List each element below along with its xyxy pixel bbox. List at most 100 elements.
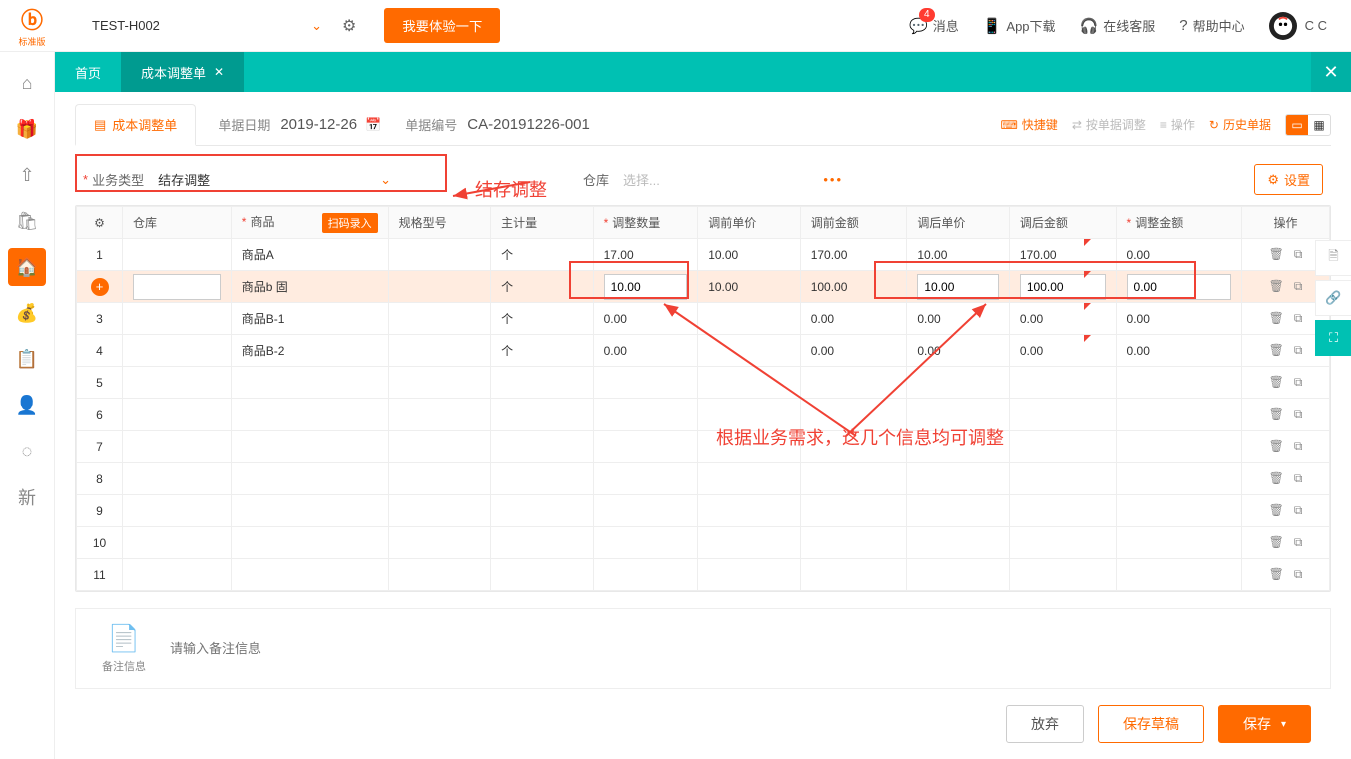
cell-product[interactable]: 商品B-2: [231, 335, 388, 367]
qty-input[interactable]: [604, 274, 688, 300]
delete-icon[interactable]: 🗑: [1269, 535, 1284, 550]
cell-warehouse[interactable]: [123, 463, 232, 495]
cell-warehouse[interactable]: [123, 399, 232, 431]
cell-qty[interactable]: [593, 271, 698, 303]
cell-post-amt[interactable]: [1009, 367, 1116, 399]
cell-post-amt[interactable]: [1009, 527, 1116, 559]
right-expand-icon[interactable]: ⛶: [1315, 320, 1351, 356]
cell-adj-amt[interactable]: [1116, 367, 1242, 399]
cell-warehouse[interactable]: [123, 335, 232, 367]
cell-post-price[interactable]: 10.00: [907, 239, 1009, 271]
cell-spec[interactable]: [388, 335, 490, 367]
copy-icon[interactable]: ⧉: [1294, 503, 1303, 518]
save-draft-button[interactable]: 保存草稿: [1098, 705, 1204, 743]
document-tab[interactable]: ▤ 成本调整单: [75, 104, 196, 146]
cell-product[interactable]: [231, 463, 388, 495]
user-menu[interactable]: C C: [1269, 12, 1327, 40]
cell-post-price[interactable]: [907, 271, 1009, 303]
cell-warehouse[interactable]: [123, 303, 232, 335]
biz-type-field[interactable]: * 业务类型 结存调整 ⌄: [83, 170, 443, 189]
warehouse-field[interactable]: 仓库 选择... •••: [583, 170, 843, 189]
right-link-icon[interactable]: 🔗: [1315, 280, 1351, 316]
cell-warehouse[interactable]: [123, 431, 232, 463]
gear-icon[interactable]: ⚙: [342, 16, 356, 36]
nav-bag-icon[interactable]: 🛍: [8, 202, 46, 240]
table-row[interactable]: 8🗑⧉: [77, 463, 1330, 495]
cell-adj-amt[interactable]: [1116, 559, 1242, 591]
cell-post-amt[interactable]: 0.00: [1009, 335, 1116, 367]
cell-post-amt[interactable]: 0.00: [1009, 303, 1116, 335]
cell-product[interactable]: [231, 527, 388, 559]
table-row[interactable]: 11🗑⧉: [77, 559, 1330, 591]
cell-qty[interactable]: [593, 559, 698, 591]
nav-contact-icon[interactable]: 👤: [8, 386, 46, 424]
copy-icon[interactable]: ⧉: [1294, 311, 1303, 326]
cell-qty[interactable]: [593, 399, 698, 431]
delete-icon[interactable]: 🗑: [1269, 247, 1284, 262]
cell-spec[interactable]: [388, 559, 490, 591]
nav-up-icon[interactable]: ⇧: [8, 156, 46, 194]
cell-adj-amt[interactable]: [1116, 431, 1242, 463]
cell-qty[interactable]: [593, 463, 698, 495]
cell-post-amt[interactable]: [1009, 495, 1116, 527]
table-row[interactable]: 9🗑⧉: [77, 495, 1330, 527]
cell-spec[interactable]: [388, 303, 490, 335]
app-download-link[interactable]: 📱 App下载: [983, 16, 1056, 35]
view-grid-icon[interactable]: ▦: [1308, 115, 1330, 135]
delete-icon[interactable]: 🗑: [1269, 343, 1284, 358]
save-button[interactable]: 保存▾: [1218, 705, 1311, 743]
copy-icon[interactable]: ⧉: [1294, 567, 1303, 582]
right-note-icon[interactable]: 🗎: [1315, 240, 1351, 276]
cell-spec[interactable]: [388, 367, 490, 399]
settings-button[interactable]: ⚙ 设置: [1254, 164, 1323, 195]
delete-icon[interactable]: 🗑: [1269, 503, 1284, 518]
cell-warehouse[interactable]: [123, 367, 232, 399]
cell-post-price[interactable]: [907, 463, 1009, 495]
add-row-icon[interactable]: +: [91, 278, 109, 296]
copy-icon[interactable]: ⧉: [1294, 343, 1303, 358]
cell-warehouse[interactable]: [123, 271, 232, 303]
delete-icon[interactable]: 🗑: [1269, 471, 1284, 486]
cell-warehouse[interactable]: [123, 527, 232, 559]
cell-post-price[interactable]: [907, 367, 1009, 399]
copy-icon[interactable]: ⧉: [1294, 247, 1303, 262]
cell-post-price[interactable]: [907, 431, 1009, 463]
delete-icon[interactable]: 🗑: [1269, 567, 1284, 582]
table-row[interactable]: 10🗑⧉: [77, 527, 1330, 559]
cell-product[interactable]: 商品b 固: [231, 271, 388, 303]
cell-post-price[interactable]: [907, 399, 1009, 431]
cell-qty[interactable]: [593, 527, 698, 559]
nav-money-icon[interactable]: 💰: [8, 294, 46, 332]
more-icon[interactable]: •••: [823, 172, 843, 187]
cell-adj-amt[interactable]: 0.00: [1116, 303, 1242, 335]
calendar-icon[interactable]: 📅: [365, 117, 381, 133]
cell-post-amt[interactable]: [1009, 431, 1116, 463]
copy-icon[interactable]: ⧉: [1294, 439, 1303, 454]
operate-link[interactable]: ≡操作: [1160, 116, 1195, 133]
cell-adj-amt[interactable]: [1116, 495, 1242, 527]
try-button[interactable]: 我要体验一下: [384, 8, 500, 43]
table-row[interactable]: 6🗑⧉: [77, 399, 1330, 431]
warehouse-input[interactable]: [133, 274, 221, 300]
cell-adj-amt[interactable]: [1116, 527, 1242, 559]
cell-post-price[interactable]: 0.00: [907, 335, 1009, 367]
cell-post-amt[interactable]: [1009, 399, 1116, 431]
tab-cost-adjustment[interactable]: 成本调整单 ✕: [121, 52, 244, 92]
nav-warehouse-icon[interactable]: 🏠: [8, 248, 46, 286]
delete-icon[interactable]: 🗑: [1269, 375, 1284, 390]
cell-spec[interactable]: [388, 463, 490, 495]
cell-adj-amt[interactable]: 0.00: [1116, 239, 1242, 271]
copy-icon[interactable]: ⧉: [1294, 375, 1303, 390]
cell-post-price[interactable]: [907, 559, 1009, 591]
help-center-link[interactable]: ? 帮助中心: [1179, 16, 1244, 35]
nav-new-icon[interactable]: 新: [8, 478, 46, 516]
cell-spec[interactable]: [388, 527, 490, 559]
table-row[interactable]: 5🗑⧉: [77, 367, 1330, 399]
discard-button[interactable]: 放弃: [1006, 705, 1084, 743]
nav-home-icon[interactable]: ⌂: [8, 64, 46, 102]
cell-adj-amt[interactable]: [1116, 463, 1242, 495]
adj-amt-input[interactable]: [1127, 274, 1232, 300]
date-value[interactable]: 2019-12-26: [280, 116, 357, 133]
messages-link[interactable]: 💬 4 消息: [909, 16, 959, 35]
cell-product[interactable]: 商品B-1: [231, 303, 388, 335]
